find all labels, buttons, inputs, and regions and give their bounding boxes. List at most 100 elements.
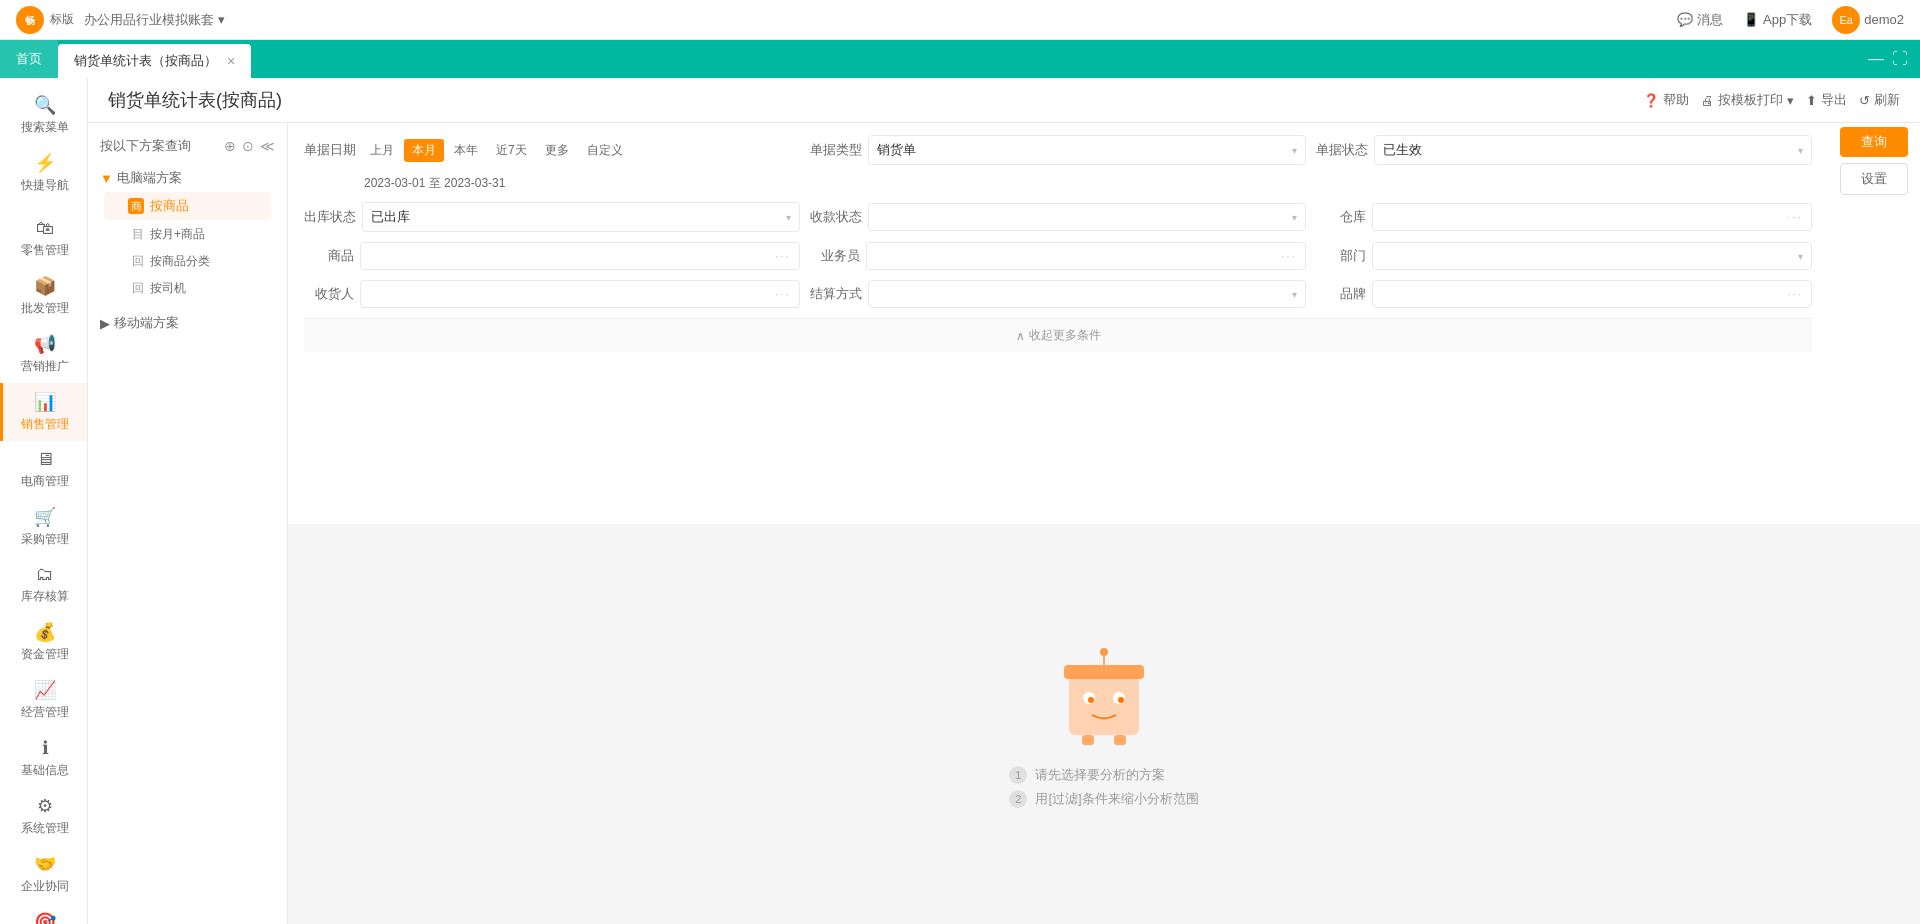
warehouse-control[interactable]: ··· <box>1372 203 1812 231</box>
sidebar-item-business[interactable]: 📈 经营管理 <box>0 671 87 729</box>
filter-receivestatus-field: 收款状态 ▾ <box>810 203 1306 231</box>
scheme-item-driver[interactable]: 回 按司机 <box>100 275 275 302</box>
dept-control[interactable]: ▾ <box>1372 242 1812 270</box>
sidebar-marketing-label: 营销推广 <box>21 358 69 375</box>
scheme-category-pc-header[interactable]: ▼ 电脑端方案 <box>100 165 275 191</box>
date-label: 单据日期 <box>304 141 356 159</box>
export-button[interactable]: ⬆ 导出 <box>1806 91 1847 109</box>
inventory-icon: 🗂 <box>36 564 54 585</box>
tab-close-icon[interactable]: × <box>227 53 235 69</box>
help-button[interactable]: ❓ 帮助 <box>1643 91 1689 109</box>
date-control-group: 上月 本月 本年 近7天 更多 自定义 <box>362 139 800 162</box>
date-tab-this-year[interactable]: 本年 <box>446 139 486 162</box>
scheme-settings-icon[interactable]: ⊙ <box>242 138 254 154</box>
user-menu[interactable]: Ea demo2 <box>1832 6 1904 34</box>
outstatus-label: 出库状态 <box>304 208 356 226</box>
sidebar-purchase-label: 采购管理 <box>21 531 69 548</box>
logo-text: 标版 <box>50 11 74 28</box>
page-actions: ❓ 帮助 🖨 按模板打印 ▾ ⬆ 导出 ↺ 刷新 <box>1643 91 1900 109</box>
sidebar-item-sales[interactable]: 📊 销售管理 <box>0 383 87 441</box>
filter-brand-field: 品牌 ··· <box>1316 280 1812 308</box>
outstatus-arrow-icon: ▾ <box>786 212 791 223</box>
sidebar-item-quicknav[interactable]: ⚡ 快捷导航 <box>0 144 87 202</box>
hint-text-1: 请先选择要分析的方案 <box>1035 766 1165 784</box>
empty-state: 1 请先选择要分析的方案 2 用[过滤]条件来缩小分析范围 <box>1009 640 1198 808</box>
tab-home[interactable]: 首页 <box>0 40 58 78</box>
goods-control[interactable]: ··· <box>360 242 800 270</box>
tab-sales-stats[interactable]: 销货单统计表（按商品） × <box>58 44 251 78</box>
scheme-item-goods-category[interactable]: 回 按商品分类 <box>100 248 275 275</box>
doctype-control[interactable]: 销货单 ▾ <box>868 135 1306 165</box>
date-tab-this-month[interactable]: 本月 <box>404 139 444 162</box>
svg-rect-11 <box>1114 735 1126 745</box>
receiver-control[interactable]: ··· <box>360 280 800 308</box>
avatar: Ea <box>1832 6 1860 34</box>
outstatus-control[interactable]: 已出库 ▾ <box>362 202 800 232</box>
refresh-button[interactable]: ↺ 刷新 <box>1859 91 1900 109</box>
date-tab-more[interactable]: 更多 <box>537 139 577 162</box>
filter-receiver-field: 收货人 ··· <box>304 280 800 308</box>
app-icon: 📱 <box>1743 12 1759 27</box>
date-tab-7days[interactable]: 近7天 <box>488 139 535 162</box>
sidebar-item-basic[interactable]: ℹ 基础信息 <box>0 729 87 787</box>
enterprise-icon: 🤝 <box>34 853 56 875</box>
sidebar-item-inventory[interactable]: 🗂 库存核算 <box>0 556 87 613</box>
message-button[interactable]: 💬 消息 <box>1677 11 1723 29</box>
minimize-icon[interactable]: — <box>1868 50 1884 68</box>
maximize-icon[interactable]: ⛶ <box>1892 50 1908 68</box>
sidebar-item-system[interactable]: ⚙ 系统管理 <box>0 787 87 845</box>
date-tab-custom[interactable]: 自定义 <box>579 139 631 162</box>
settle-control[interactable]: ▾ <box>868 280 1306 308</box>
refresh-icon: ↺ <box>1859 93 1870 108</box>
username-label: demo2 <box>1864 12 1904 27</box>
sidebar-item-wholesale[interactable]: 📦 批发管理 <box>0 267 87 325</box>
scheme-item-month-goods[interactable]: 目 按月+商品 <box>100 221 275 248</box>
salesman-dots-icon: ··· <box>1281 249 1297 263</box>
scheme-item-by-goods[interactable]: 商 按商品 <box>104 192 271 220</box>
template-print-button[interactable]: 🖨 按模板打印 ▾ <box>1701 91 1794 109</box>
scheme-item-goods-label: 按商品 <box>150 197 189 215</box>
retail-icon: 🛍 <box>36 218 54 239</box>
sidebar-item-enterprise[interactable]: 🤝 企业协同 <box>0 845 87 903</box>
settings-button[interactable]: 设置 <box>1840 163 1908 195</box>
brand-control[interactable]: ··· <box>1372 280 1812 308</box>
category-mobile-label: 移动端方案 <box>114 314 179 332</box>
workspace-selector[interactable]: 办公用品行业模拟账套 ▾ <box>84 11 225 29</box>
receivestatus-control[interactable]: ▾ <box>868 203 1306 231</box>
scheme-category-mobile-header[interactable]: ▶ 移动端方案 <box>100 310 275 336</box>
scheme-panel: 按以下方案查询 ⊕ ⊙ ≪ ▼ 电脑端方案 <box>88 123 288 924</box>
sidebar-item-retail[interactable]: 🛍 零售管理 <box>0 210 87 267</box>
dept-arrow-icon: ▾ <box>1798 251 1803 262</box>
date-tabs: 上月 本月 本年 近7天 更多 自定义 <box>362 139 631 162</box>
message-label: 消息 <box>1697 11 1723 29</box>
app-download-button[interactable]: 📱 App下载 <box>1743 11 1812 29</box>
workspace-name: 办公用品行业模拟账套 <box>84 11 214 29</box>
collapse-bar[interactable]: ∧ 收起更多条件 <box>304 318 1812 352</box>
category-pc-label: 电脑端方案 <box>117 169 182 187</box>
outstatus-value: 已出库 <box>371 208 410 226</box>
hint-num-1: 1 <box>1009 766 1027 784</box>
scheme-item-goods-icon: 商 <box>128 198 144 214</box>
header-left: 畅 标版 办公用品行业模拟账套 ▾ <box>16 6 225 34</box>
sidebar-enterprise-label: 企业协同 <box>21 878 69 895</box>
scheme-sub-icon-2: 回 <box>132 253 144 270</box>
sidebar-quicknav-label: 快捷导航 <box>21 177 69 194</box>
salesman-control[interactable]: ··· <box>866 242 1306 270</box>
sidebar-item-ecommerce[interactable]: 🖥 电商管理 <box>0 441 87 498</box>
wholesale-icon: 📦 <box>34 275 56 297</box>
docstatus-control[interactable]: 已生效 ▾ <box>1374 135 1812 165</box>
query-button[interactable]: 查询 <box>1840 127 1908 157</box>
date-tab-last-month[interactable]: 上月 <box>362 139 402 162</box>
receivestatus-arrow-icon: ▾ <box>1292 212 1297 223</box>
svg-rect-3 <box>1064 665 1144 679</box>
sidebar-item-search[interactable]: 🔍 搜索菜单 <box>0 86 87 144</box>
scheme-add-icon[interactable]: ⊕ <box>224 138 236 154</box>
sidebar-item-marketing[interactable]: 📢 营销推广 <box>0 325 87 383</box>
empty-hint-1: 1 请先选择要分析的方案 <box>1009 766 1198 784</box>
sidebar-item-purchase[interactable]: 🛒 采购管理 <box>0 498 87 556</box>
header-right: 💬 消息 📱 App下载 Ea demo2 <box>1677 6 1904 34</box>
filter-warehouse-field: 仓库 ··· <box>1316 203 1812 231</box>
sidebar-item-finance[interactable]: 💰 资金管理 <box>0 613 87 671</box>
sidebar-item-newbie[interactable]: 🎯 新手引导 <box>0 903 87 924</box>
scheme-collapse-icon[interactable]: ≪ <box>260 138 275 154</box>
